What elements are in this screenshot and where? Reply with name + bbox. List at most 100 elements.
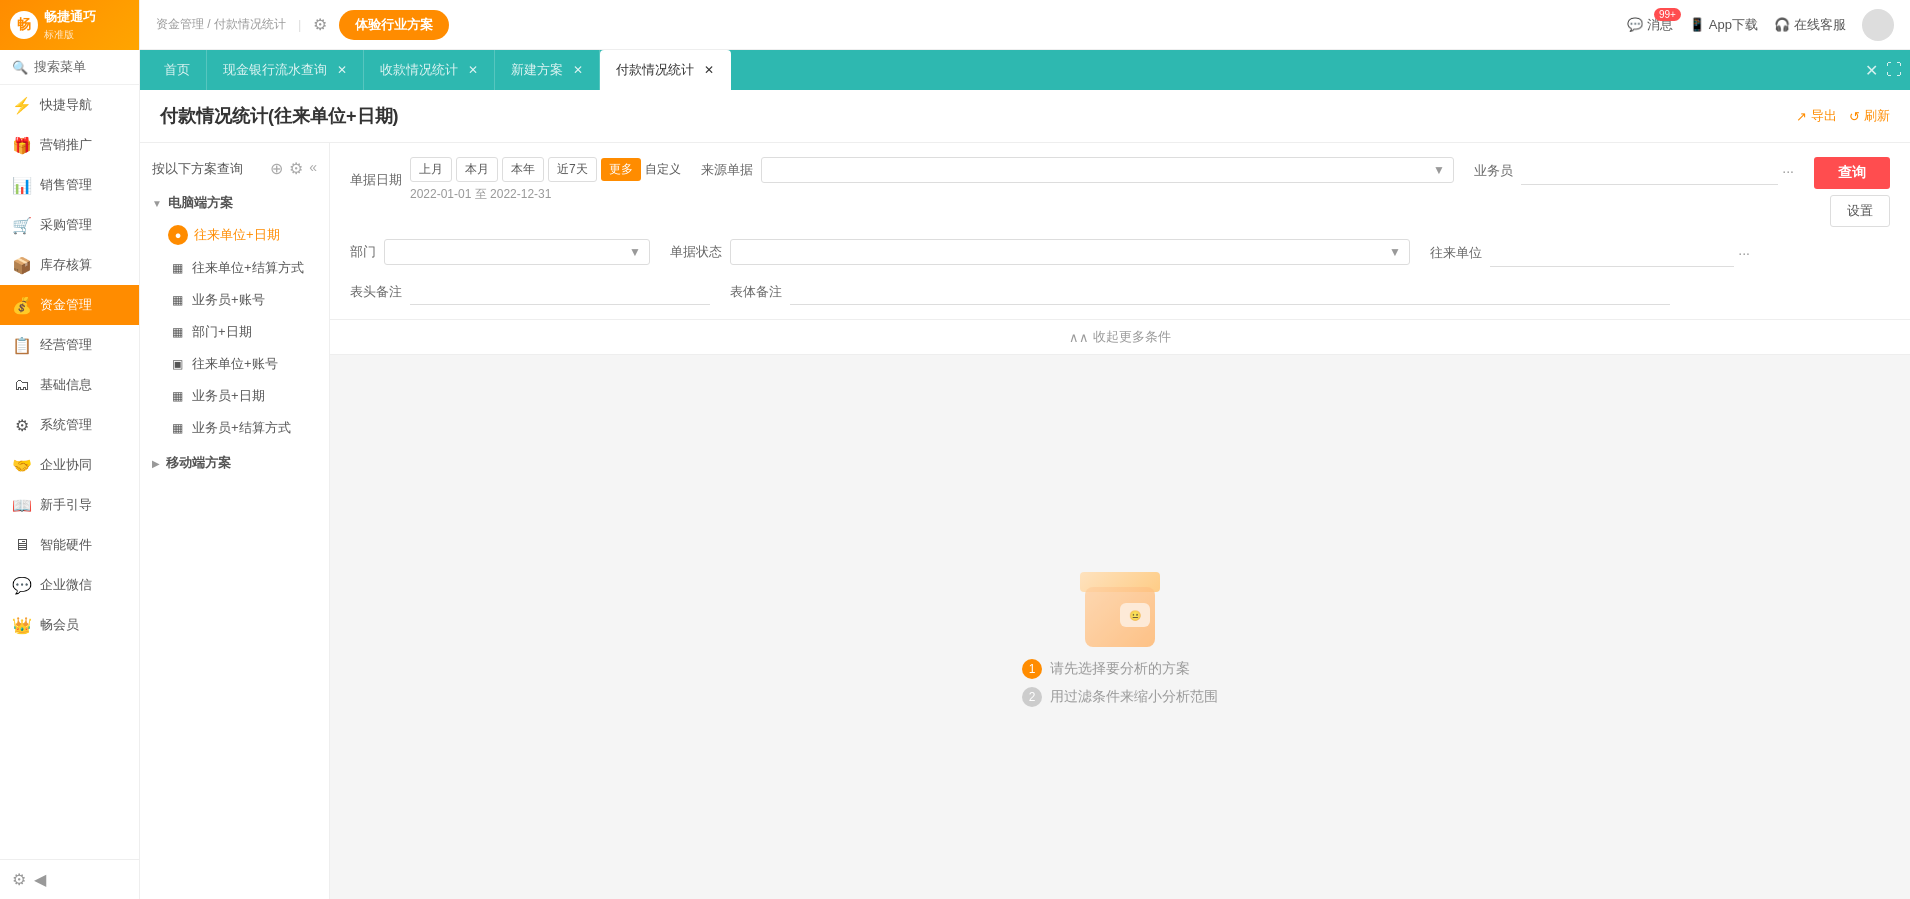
scheme-item-staff-settle[interactable]: ▦ 业务员+结算方式 <box>140 412 329 444</box>
tab-close-bank-flow[interactable]: ✕ <box>337 63 347 77</box>
sidebar-item-system[interactable]: ⚙ 系统管理 <box>0 405 139 445</box>
scheme-group-desktop-header[interactable]: ▼ 电脑端方案 <box>140 188 329 218</box>
scheme-group-mobile-header[interactable]: ▶ 移动端方案 <box>140 448 329 478</box>
scheme-item-staff-date[interactable]: ▦ 业务员+日期 <box>140 380 329 412</box>
date-btn-last-month[interactable]: 上月 <box>410 157 452 182</box>
footer-collapse-icon[interactable]: ◀ <box>34 870 46 889</box>
query-button[interactable]: 查询 <box>1814 157 1890 189</box>
refresh-button[interactable]: ↺ 刷新 <box>1849 107 1890 125</box>
message-icon: 💬 <box>1627 17 1643 32</box>
scheme-item-staff-account[interactable]: ▦ 业务员+账号 <box>140 284 329 316</box>
sidebar-item-member[interactable]: 👑 畅会员 <box>0 605 139 645</box>
doc-status-select[interactable]: ▼ <box>730 239 1410 265</box>
app-download-btn[interactable]: 📱 App下载 <box>1689 16 1758 34</box>
tab-receipt-stat[interactable]: 收款情况统计 ✕ <box>364 50 495 90</box>
topbar-actions: 💬 消息 99+ 📱 App下载 🎧 在线客服 <box>1627 9 1894 41</box>
maximize-window-icon[interactable]: ⛶ <box>1886 61 1902 79</box>
date-btn-this-month[interactable]: 本月 <box>456 157 498 182</box>
date-btn-last-7[interactable]: 近7天 <box>548 157 597 182</box>
settings-button[interactable]: 设置 <box>1830 195 1890 227</box>
sidebar-item-label: 畅会员 <box>40 616 79 634</box>
date-btn-this-year[interactable]: 本年 <box>502 157 544 182</box>
dept-select-arrow: ▼ <box>629 245 641 259</box>
search-icon: 🔍 <box>12 60 28 75</box>
topbar-settings-icon[interactable]: ⚙ <box>313 15 327 34</box>
tab-bank-flow[interactable]: 现金银行流水查询 ✕ <box>207 50 364 90</box>
search-menu[interactable]: 🔍 搜索菜单 <box>0 50 139 85</box>
basic-icon: 🗂 <box>12 375 32 395</box>
date-more-btn[interactable]: 更多 <box>601 158 641 181</box>
sidebar-item-wechat[interactable]: 💬 企业微信 <box>0 565 139 605</box>
scheme-item-active-icon: ● <box>168 225 188 245</box>
hint-text-1: 请先选择要分析的方案 <box>1050 660 1190 678</box>
scheme-settings-icon[interactable]: ⚙ <box>289 159 303 178</box>
date-custom-btn[interactable]: 自定义 <box>645 161 681 178</box>
refresh-icon: ↺ <box>1849 109 1860 124</box>
source-select-arrow: ▼ <box>1433 163 1445 177</box>
sidebar-item-marketing[interactable]: 🎁 营销推广 <box>0 125 139 165</box>
scheme-item-dept-date[interactable]: ▦ 部门+日期 <box>140 316 329 348</box>
note-header-input[interactable] <box>410 279 710 305</box>
sidebar-item-finance[interactable]: 💰 资金管理 <box>0 285 139 325</box>
dept-label: 部门 <box>350 243 376 261</box>
sidebar-item-inventory[interactable]: 📦 库存核算 <box>0 245 139 285</box>
sidebar-item-label: 经营管理 <box>40 336 92 354</box>
tab-new-scheme[interactable]: 新建方案 ✕ <box>495 50 600 90</box>
desktop-group-arrow: ▼ <box>152 198 162 209</box>
tab-close-new-scheme[interactable]: ✕ <box>573 63 583 77</box>
sidebar-item-basic[interactable]: 🗂 基础信息 <box>0 365 139 405</box>
scheme-item-partner-date[interactable]: ● 往来单位+日期 <box>140 218 329 252</box>
scheme-item-icon: ▣ <box>168 355 186 373</box>
scheme-item-label: 往来单位+日期 <box>194 226 280 244</box>
close-window-icon[interactable]: ✕ <box>1865 61 1878 80</box>
tab-home[interactable]: 首页 <box>148 50 207 90</box>
footer-settings-icon[interactable]: ⚙ <box>12 870 26 889</box>
filter-field-source: 来源单据 ▼ <box>701 157 1454 183</box>
sidebar-footer: ⚙ ◀ <box>0 859 139 899</box>
dept-select[interactable]: ▼ <box>384 239 650 265</box>
staff-label: 业务员 <box>1474 162 1513 180</box>
filter-row-2: 部门 ▼ 单据状态 ▼ <box>350 239 1890 267</box>
box-face: 😐 <box>1120 603 1150 627</box>
filter-action-group: 查询 设置 <box>1814 157 1890 227</box>
tab-close-payment-stat[interactable]: ✕ <box>704 63 714 77</box>
collapse-conditions-button[interactable]: ∧∧ 收起更多条件 <box>1069 328 1171 346</box>
scheme-item-partner-settle[interactable]: ▦ 往来单位+结算方式 <box>140 252 329 284</box>
export-button[interactable]: ↗ 导出 <box>1796 107 1837 125</box>
source-select[interactable]: ▼ <box>761 157 1454 183</box>
empty-hint-2: 2 用过滤条件来缩小分析范围 <box>1022 687 1218 707</box>
sidebar-item-hardware[interactable]: 🖥 智能硬件 <box>0 525 139 565</box>
tab-payment-stat[interactable]: 付款情况统计 ✕ <box>600 50 731 90</box>
page-header-actions: ↗ 导出 ↺ 刷新 <box>1796 107 1890 125</box>
partner-ellipsis[interactable]: ··· <box>1738 245 1750 261</box>
filter-form: 单据日期 上月 本月 本年 近7天 更多 自定义 20 <box>330 143 1910 320</box>
sidebar-item-label: 快捷导航 <box>40 96 92 114</box>
filter-field-dept: 部门 ▼ <box>350 239 650 265</box>
member-icon: 👑 <box>12 615 32 635</box>
messages-btn[interactable]: 💬 消息 99+ <box>1627 16 1673 34</box>
add-scheme-icon[interactable]: ⊕ <box>270 159 283 178</box>
sidebar-item-purchase[interactable]: 🛒 采购管理 <box>0 205 139 245</box>
staff-ellipsis[interactable]: ··· <box>1782 163 1794 179</box>
sidebar-item-label: 销售管理 <box>40 176 92 194</box>
scheme-item-icon: ▦ <box>168 291 186 309</box>
collapse-scheme-icon[interactable]: « <box>309 159 317 178</box>
sidebar-item-operations[interactable]: 📋 经营管理 <box>0 325 139 365</box>
sidebar-item-enterprise[interactable]: 🤝 企业协同 <box>0 445 139 485</box>
trial-button[interactable]: 体验行业方案 <box>339 10 449 40</box>
note-body-input[interactable] <box>790 279 1670 305</box>
sidebar-item-guide[interactable]: 📖 新手引导 <box>0 485 139 525</box>
filter-row-3: 表头备注 表体备注 <box>350 279 1890 305</box>
page-title: 付款情况统计(往来单位+日期) <box>160 104 1796 128</box>
search-menu-label: 搜索菜单 <box>34 58 86 76</box>
hint-text-2: 用过滤条件来缩小分析范围 <box>1050 688 1218 706</box>
sidebar-item-label: 库存核算 <box>40 256 92 274</box>
user-avatar[interactable] <box>1862 9 1894 41</box>
scheme-item-partner-account[interactable]: ▣ 往来单位+账号 <box>140 348 329 380</box>
online-service-btn[interactable]: 🎧 在线客服 <box>1774 16 1846 34</box>
empty-state: 😐 1 请先选择要分析的方案 2 用过滤条件来缩小分析范围 <box>330 355 1910 899</box>
sidebar-item-quick-nav[interactable]: ⚡ 快捷导航 <box>0 85 139 125</box>
sidebar-item-sales[interactable]: 📊 销售管理 <box>0 165 139 205</box>
tab-close-receipt-stat[interactable]: ✕ <box>468 63 478 77</box>
doc-status-select-arrow: ▼ <box>1389 245 1401 259</box>
